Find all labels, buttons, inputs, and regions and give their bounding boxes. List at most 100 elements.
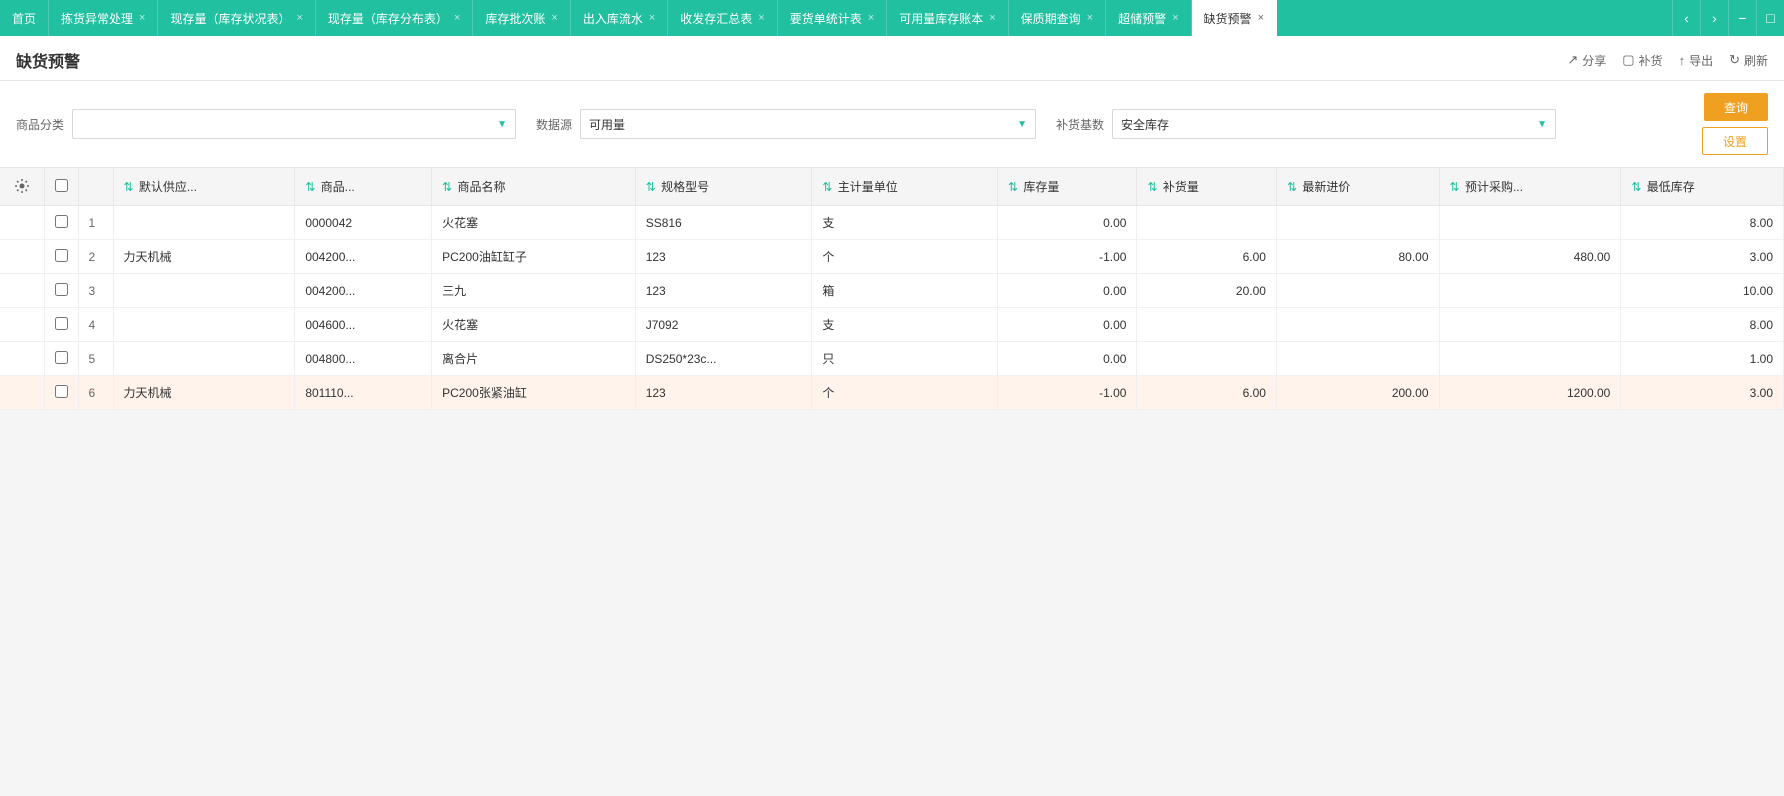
table-row[interactable]: 1 0000042 火花塞 SS816 支 0.00 8.00 xyxy=(0,206,1784,240)
tab-expiry-query[interactable]: 保质期查询 × xyxy=(1009,0,1106,36)
tab-collect-summary-close[interactable]: × xyxy=(758,12,764,24)
settings-button[interactable]: 设置 xyxy=(1702,127,1768,155)
tab-expiry-query-label: 保质期查询 xyxy=(1021,10,1081,27)
tab-shortage-close[interactable]: × xyxy=(1258,12,1264,24)
table-row[interactable]: 3 004200... 三九 123 箱 0.00 20.00 10.00 xyxy=(0,274,1784,308)
tab-overstock-close[interactable]: × xyxy=(1172,12,1178,24)
row-checkbox[interactable] xyxy=(55,317,68,330)
th-est-purchase[interactable]: ⇅ 预计采购... xyxy=(1439,168,1621,206)
tab-inout-flow-close[interactable]: × xyxy=(649,12,655,24)
export-label: 导出 xyxy=(1689,52,1713,69)
query-button[interactable]: 查询 xyxy=(1704,93,1768,121)
row-stock: 0.00 xyxy=(998,274,1137,308)
tab-prev-button[interactable]: ‹ xyxy=(1672,0,1700,36)
row-checkbox[interactable] xyxy=(55,385,68,398)
tab-order-stats[interactable]: 要货单统计表 × xyxy=(778,0,887,36)
row-replenish-qty xyxy=(1137,342,1276,376)
sort-icon: ⇅ xyxy=(1008,180,1018,194)
row-checkbox-cell[interactable] xyxy=(44,308,78,342)
row-supplier xyxy=(113,274,295,308)
row-checkbox-cell[interactable] xyxy=(44,240,78,274)
tab-minimize-button[interactable]: − xyxy=(1728,0,1756,36)
th-spec[interactable]: ⇅ 规格型号 xyxy=(635,168,812,206)
row-checkbox[interactable] xyxy=(55,249,68,262)
row-checkbox[interactable] xyxy=(55,283,68,296)
tab-overstock[interactable]: 超储预警 × xyxy=(1106,0,1191,36)
row-checkbox[interactable] xyxy=(55,215,68,228)
row-goods-name: 火花塞 xyxy=(432,308,636,342)
tab-inventory-status-close[interactable]: × xyxy=(296,12,302,24)
row-goods-code: 004200... xyxy=(295,274,432,308)
refresh-label: 刷新 xyxy=(1744,52,1768,69)
share-button[interactable]: ↗ 分享 xyxy=(1567,52,1606,69)
tab-home-label: 首页 xyxy=(12,10,36,27)
tab-batch-account-close[interactable]: × xyxy=(551,12,557,24)
row-checkbox-cell[interactable] xyxy=(44,376,78,410)
tab-abnormal-close[interactable]: × xyxy=(139,12,145,24)
row-checkbox-cell[interactable] xyxy=(44,206,78,240)
tab-inout-flow[interactable]: 出入库流水 × xyxy=(571,0,668,36)
category-select[interactable]: ▼ xyxy=(72,109,516,139)
replenish-icon: ▢ xyxy=(1622,52,1634,68)
tab-available-ledger[interactable]: 可用量库存账本 × xyxy=(887,0,1008,36)
tab-inventory-status[interactable]: 现存量（库存状况表） × xyxy=(158,0,315,36)
row-replenish-qty: 6.00 xyxy=(1137,240,1276,274)
sort-icon: ⇅ xyxy=(1450,180,1460,194)
row-min-stock: 10.00 xyxy=(1621,274,1784,308)
tab-abnormal[interactable]: 拣货异常处理 × xyxy=(49,0,158,36)
row-unit: 个 xyxy=(812,376,998,410)
row-est-purchase xyxy=(1439,308,1621,342)
datasource-select[interactable]: 可用量 ▼ xyxy=(580,109,1036,139)
table-row[interactable]: 4 004600... 火花塞 J7092 支 0.00 8.00 xyxy=(0,308,1784,342)
row-min-stock: 8.00 xyxy=(1621,206,1784,240)
tab-inventory-dist-close[interactable]: × xyxy=(454,12,460,24)
th-goods-code[interactable]: ⇅ 商品... xyxy=(295,168,432,206)
th-unit[interactable]: ⇅ 主计量单位 xyxy=(812,168,998,206)
refresh-button[interactable]: ↻ 刷新 xyxy=(1729,52,1768,69)
tab-expiry-query-close[interactable]: × xyxy=(1087,12,1093,24)
th-latest-price[interactable]: ⇅ 最新进价 xyxy=(1276,168,1439,206)
row-est-purchase xyxy=(1439,274,1621,308)
replenish-base-filter-group: 补货基数 安全库存 ▼ xyxy=(1056,109,1556,139)
row-min-stock: 1.00 xyxy=(1621,342,1784,376)
table-body: 1 0000042 火花塞 SS816 支 0.00 8.00 2 力天机械 0… xyxy=(0,206,1784,410)
row-index: 5 xyxy=(78,342,113,376)
tab-home[interactable]: 首页 xyxy=(0,0,49,36)
row-index: 3 xyxy=(78,274,113,308)
config-settings-icon[interactable] xyxy=(12,176,32,196)
row-checkbox[interactable] xyxy=(55,351,68,364)
refresh-icon: ↻ xyxy=(1729,52,1740,68)
table-row[interactable]: 6 力天机械 801110... PC200张紧油缸 123 个 -1.00 6… xyxy=(0,376,1784,410)
th-replenish-qty[interactable]: ⇅ 补货量 xyxy=(1137,168,1276,206)
table-container: ⇅ 默认供应... ⇅ 商品... ⇅ 商品名称 ⇅ 规格型号 xyxy=(0,167,1784,410)
tab-abnormal-label: 拣货异常处理 xyxy=(61,10,133,27)
th-supplier[interactable]: ⇅ 默认供应... xyxy=(113,168,295,206)
th-config[interactable] xyxy=(0,168,44,206)
tab-shortage[interactable]: 缺货预警 × xyxy=(1192,0,1277,36)
row-spec: SS816 xyxy=(635,206,812,240)
tab-inventory-dist[interactable]: 现存量（库存分布表） × xyxy=(316,0,473,36)
select-all-checkbox[interactable] xyxy=(55,179,68,192)
th-goods-name[interactable]: ⇅ 商品名称 xyxy=(432,168,636,206)
tab-maximize-button[interactable]: □ xyxy=(1756,0,1784,36)
row-checkbox-cell[interactable] xyxy=(44,342,78,376)
tab-available-ledger-close[interactable]: × xyxy=(989,12,995,24)
tab-collect-summary[interactable]: 收发存汇总表 × xyxy=(668,0,777,36)
row-checkbox-cell[interactable] xyxy=(44,274,78,308)
replenish-base-select[interactable]: 安全库存 ▼ xyxy=(1112,109,1556,139)
th-min-stock[interactable]: ⇅ 最低库存 xyxy=(1621,168,1784,206)
datasource-label: 数据源 xyxy=(536,116,572,133)
table-row[interactable]: 5 004800... 离合片 DS250*23c... 只 0.00 1.00 xyxy=(0,342,1784,376)
tab-batch-account[interactable]: 库存批次账 × xyxy=(473,0,570,36)
th-goods-code-label: 商品... xyxy=(321,180,355,194)
tab-order-stats-close[interactable]: × xyxy=(868,12,874,24)
tab-next-button[interactable]: › xyxy=(1700,0,1728,36)
tab-inventory-dist-label: 现存量（库存分布表） xyxy=(328,10,448,27)
export-button[interactable]: ↑ 导出 xyxy=(1679,52,1714,69)
tab-inout-flow-label: 出入库流水 xyxy=(583,10,643,27)
row-latest-price: 80.00 xyxy=(1276,240,1439,274)
th-checkbox[interactable] xyxy=(44,168,78,206)
th-stock[interactable]: ⇅ 库存量 xyxy=(998,168,1137,206)
table-row[interactable]: 2 力天机械 004200... PC200油缸缸子 123 个 -1.00 6… xyxy=(0,240,1784,274)
replenish-button[interactable]: ▢ 补货 xyxy=(1622,52,1662,69)
